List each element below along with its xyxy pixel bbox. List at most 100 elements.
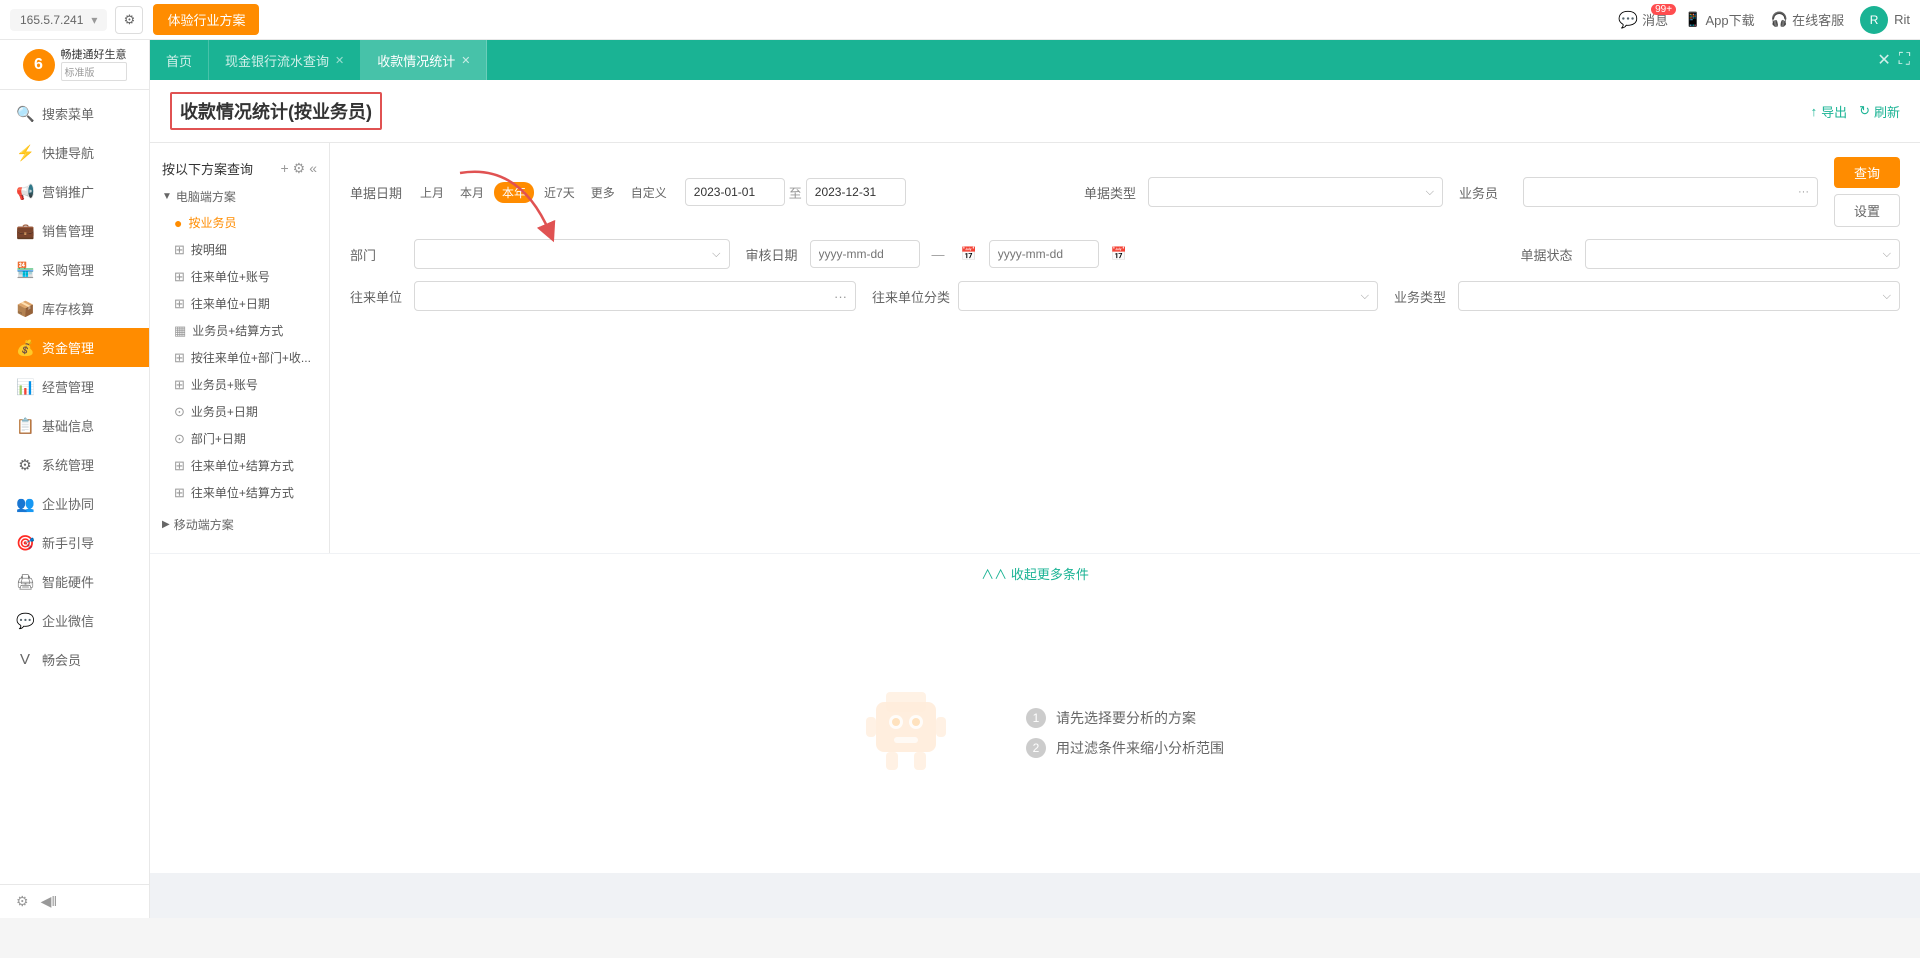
scheme-item-dept-date[interactable]: ⊙ 部门+日期	[150, 425, 329, 452]
dept-date-icon: ⊙	[174, 431, 185, 447]
scheme-item-partner-account[interactable]: ⊞ 往来单位+账号	[150, 263, 329, 290]
date-opt-this-year[interactable]: 本年	[494, 182, 534, 203]
sidebar-item-finance[interactable]: 💰 资金管理	[0, 328, 149, 367]
sidebar-item-purchase[interactable]: 🏪 采购管理	[0, 250, 149, 289]
sidebar-collapse-btn[interactable]: ◀‖	[41, 893, 58, 910]
scheme-item-detail[interactable]: ⊞ 按明细	[150, 236, 329, 263]
bill-type-field: 单据类型 ⌵	[1084, 177, 1443, 207]
settings-button-filter[interactable]: 设置	[1834, 194, 1900, 227]
tab-close-cash-flow[interactable]: ✕	[335, 54, 344, 67]
trial-button[interactable]: 体验行业方案	[153, 4, 259, 35]
date-opt-this-month[interactable]: 本月	[454, 182, 490, 203]
scheme-item-staff-account[interactable]: ⊞ 业务员+账号	[150, 371, 329, 398]
scheme-item-staff-payment[interactable]: ▦ 业务员+结算方式	[150, 317, 329, 344]
scheme-item-partner-settlement1[interactable]: ⊞ 往来单位+结算方式	[150, 452, 329, 479]
scheme-collapse-btn[interactable]: «	[309, 160, 317, 177]
review-date-label: 审核日期	[746, 245, 802, 264]
date-start-input[interactable]	[685, 178, 785, 206]
scheme-group-desktop-title[interactable]: ▼ 电脑端方案	[150, 184, 329, 209]
scheme-group-mobile-title[interactable]: ▶ 移动端方案	[150, 512, 329, 537]
scheme-item-partner-dept[interactable]: ⊞ 按往来单位+部门+收...	[150, 344, 329, 371]
filter-btn-group: 查询 设置	[1834, 157, 1900, 227]
settings-button[interactable]: ⚙	[115, 6, 143, 34]
date-label: 单据日期	[350, 183, 406, 202]
online-service[interactable]: 🎧 在线客服	[1771, 10, 1844, 29]
review-date-end[interactable]	[989, 240, 1099, 268]
review-cal-icon2[interactable]: 📅	[1111, 246, 1127, 262]
tab-cash-flow[interactable]: 现金银行流水查询 ✕	[209, 40, 361, 80]
bill-type-select[interactable]: ⌵	[1148, 177, 1443, 207]
staff-select[interactable]: ···	[1523, 177, 1818, 207]
bill-status-field: 单据状态 ⌵	[1521, 239, 1901, 269]
staff-date-icon: ⊙	[174, 404, 185, 420]
date-opt-7days[interactable]: 近7天	[538, 182, 581, 203]
sidebar-item-enterprise[interactable]: 👥 企业协同	[0, 484, 149, 523]
sidebar-item-wechat[interactable]: 💬 企业微信	[0, 601, 149, 640]
sidebar-item-guide[interactable]: 🎯 新手引导	[0, 523, 149, 562]
hardware-icon: 🖨	[16, 573, 34, 591]
scheme-item-partner-settlement2[interactable]: ⊞ 往来单位+结算方式	[150, 479, 329, 506]
member-icon: V	[16, 651, 34, 668]
scheme-title: 按以下方案查询	[162, 159, 253, 178]
page-actions: ↑ 导出 ↻ 刷新	[1811, 102, 1900, 121]
sidebar-item-system[interactable]: ⚙ 系统管理	[0, 445, 149, 484]
scheme-add-btn[interactable]: +	[280, 160, 288, 177]
biz-type-select[interactable]: ⌵	[1458, 281, 1900, 311]
top-bar: 165.5.7.241 ▾ ⚙ 体验行业方案 💬 消息 99+ 📱 App下载 …	[0, 0, 1920, 40]
sidebar-item-operations[interactable]: 📊 经营管理	[0, 367, 149, 406]
tab-home[interactable]: 首页	[150, 40, 209, 80]
scheme-item-by-staff[interactable]: ● 按业务员	[150, 209, 329, 236]
scheme-settings-btn[interactable]: ⚙	[293, 160, 306, 177]
bill-status-select[interactable]: ⌵	[1585, 239, 1901, 269]
collapse-more-btn[interactable]: ∧∧ 收起更多条件	[150, 554, 1920, 593]
sidebar-item-sales[interactable]: 💼 销售管理	[0, 211, 149, 250]
date-opt-last-month[interactable]: 上月	[414, 182, 450, 203]
partner-category-select[interactable]: ⌵	[958, 281, 1378, 311]
query-button[interactable]: 查询	[1834, 157, 1900, 188]
partner-settlement2-icon: ⊞	[174, 485, 185, 501]
date-opt-more[interactable]: 更多	[585, 182, 621, 203]
review-date-sep: —	[932, 247, 945, 262]
scheme-item-partner-date[interactable]: ⊞ 往来单位+日期	[150, 290, 329, 317]
sidebar-item-inventory[interactable]: 📦 库存核算	[0, 289, 149, 328]
sidebar-item-hardware[interactable]: 🖨 智能硬件	[0, 562, 149, 601]
sidebar-item-member[interactable]: V 畅会员	[0, 640, 149, 679]
page-content: 收款情况统计(按业务员) ↑ 导出 ↻ 刷新	[150, 80, 1920, 918]
username: Rit	[1894, 12, 1910, 27]
page-header: 收款情况统计(按业务员) ↑ 导出 ↻ 刷新	[150, 80, 1920, 143]
sidebar-item-search[interactable]: 🔍 搜索菜单	[0, 94, 149, 133]
tab-close-btn[interactable]: ✕	[1877, 50, 1890, 70]
partner-category-field: 往来单位分类 ⌵	[872, 281, 1378, 311]
avatar: R	[1860, 6, 1888, 34]
refresh-button[interactable]: ↻ 刷新	[1859, 102, 1900, 121]
app-download[interactable]: 📱 App下载	[1684, 10, 1755, 29]
filter-form: 单据日期 上月 本月 本年 近7天 更多 自定义	[330, 143, 1920, 553]
partner-settlement1-icon: ⊞	[174, 458, 185, 474]
finance-icon: 💰	[16, 339, 34, 357]
date-end-input[interactable]	[806, 178, 906, 206]
tab-maximize-btn[interactable]: ⛶	[1899, 51, 1910, 69]
message-area[interactable]: 💬 消息 99+	[1618, 10, 1668, 30]
tab-collection[interactable]: 收款情况统计 ✕	[361, 40, 487, 80]
scheme-item-staff-date[interactable]: ⊙ 业务员+日期	[150, 398, 329, 425]
export-button[interactable]: ↑ 导出	[1811, 102, 1848, 121]
dept-select[interactable]: ⌵	[414, 239, 730, 269]
sidebar-item-quicknav[interactable]: ⚡ 快捷导航	[0, 133, 149, 172]
review-cal-icon1[interactable]: 📅	[961, 246, 977, 262]
date-opt-custom[interactable]: 自定义	[625, 182, 673, 203]
partner-category-arrow: ⌵	[1361, 290, 1369, 303]
date-range: 至	[685, 178, 906, 206]
sidebar-settings-btn[interactable]: ⚙	[16, 893, 29, 910]
export-icon: ↑	[1811, 104, 1818, 119]
sidebar-item-basic-info[interactable]: 📋 基础信息	[0, 406, 149, 445]
bill-type-label: 单据类型	[1084, 183, 1140, 202]
date-options: 上月 本月 本年 近7天 更多 自定义	[414, 182, 673, 203]
layout: 6 畅捷通好生意 标准版 🔍 搜索菜单 ⚡ 快捷导航 📢 营销推广 💼 销售管理	[0, 40, 1920, 918]
tab-close-collection[interactable]: ✕	[461, 54, 470, 67]
sidebar-item-marketing[interactable]: 📢 营销推广	[0, 172, 149, 211]
user-avatar[interactable]: R Rit	[1860, 6, 1910, 34]
review-date-start[interactable]	[810, 240, 920, 268]
wechat-icon: 💬	[16, 612, 34, 630]
partner-select[interactable]: ···	[414, 281, 856, 311]
address-dropdown[interactable]: ▾	[91, 13, 97, 27]
